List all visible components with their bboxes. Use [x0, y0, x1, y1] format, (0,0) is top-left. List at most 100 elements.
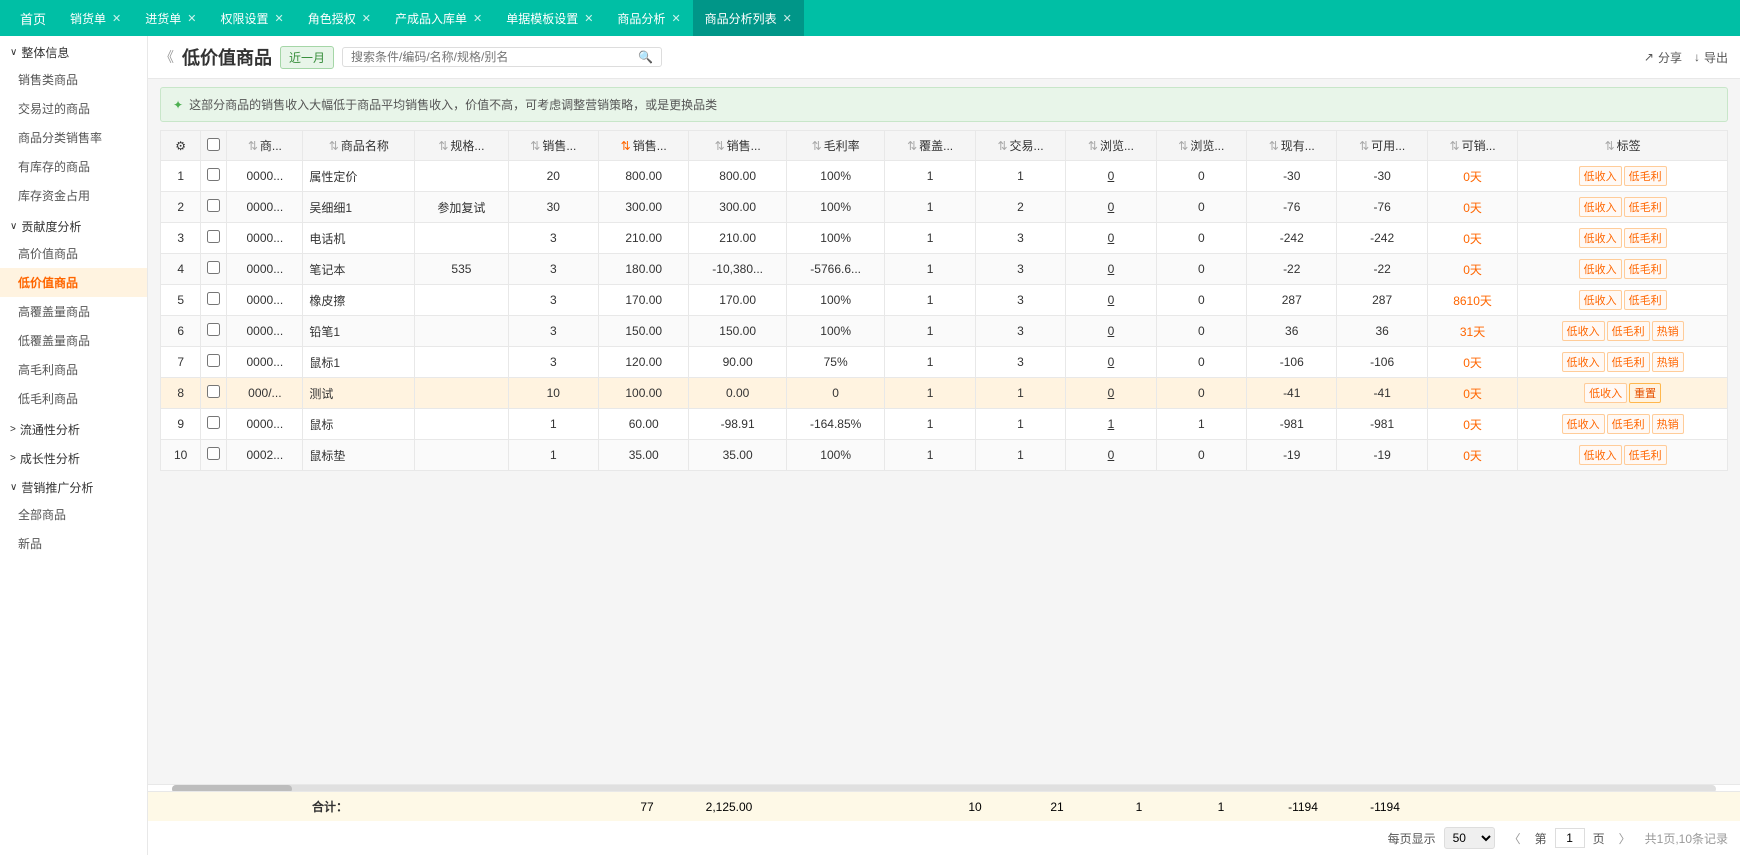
- close-icon[interactable]: ✕: [275, 12, 284, 25]
- col-trade-header[interactable]: ⇅ 交易...: [975, 131, 1065, 161]
- col-stock2-header[interactable]: ⇅ 可用...: [1337, 131, 1427, 161]
- select-all-checkbox[interactable]: [207, 138, 220, 151]
- view1-link[interactable]: 0: [1108, 262, 1115, 276]
- col-s2-header[interactable]: ⇅ 销售...: [599, 131, 689, 161]
- row-view1[interactable]: 0: [1066, 347, 1156, 378]
- nav-sales-order[interactable]: 销货单✕: [58, 0, 133, 36]
- close-icon[interactable]: ✕: [187, 12, 196, 25]
- nav-home[interactable]: 首页: [8, 0, 58, 36]
- close-icon[interactable]: ✕: [783, 12, 792, 25]
- per-page-select[interactable]: 50 100 200: [1444, 827, 1495, 849]
- row-checkbox[interactable]: [207, 261, 220, 274]
- row-checkbox-cell[interactable]: [201, 347, 227, 378]
- row-checkbox[interactable]: [207, 416, 220, 429]
- close-icon[interactable]: ✕: [362, 12, 371, 25]
- row-checkbox[interactable]: [207, 323, 220, 336]
- collapse-button[interactable]: 《: [160, 47, 174, 67]
- row-checkbox[interactable]: [207, 168, 220, 181]
- col-s1-header[interactable]: ⇅ 销售...: [508, 131, 598, 161]
- sidebar-item-low-value[interactable]: 低价值商品: [0, 268, 147, 297]
- sidebar-group-contribution[interactable]: ∨ 贡献度分析: [0, 210, 147, 239]
- nav-role-auth[interactable]: 角色授权✕: [296, 0, 383, 36]
- row-view1[interactable]: 0: [1066, 440, 1156, 471]
- row-checkbox-cell[interactable]: [201, 440, 227, 471]
- filter-recent-month-button[interactable]: 近一月: [280, 46, 334, 69]
- row-view1[interactable]: 0: [1066, 254, 1156, 285]
- close-icon[interactable]: ✕: [473, 12, 482, 25]
- sidebar-item-stock-capital[interactable]: 库存资金占用: [0, 181, 147, 210]
- row-checkbox[interactable]: [207, 199, 220, 212]
- nav-permissions[interactable]: 权限设置✕: [208, 0, 295, 36]
- view1-link[interactable]: 0: [1108, 231, 1115, 245]
- export-button[interactable]: ↓ 导出: [1694, 49, 1728, 66]
- row-checkbox-cell[interactable]: [201, 254, 227, 285]
- row-checkbox-cell[interactable]: [201, 409, 227, 440]
- sidebar-item-high-coverage[interactable]: 高覆盖量商品: [0, 297, 147, 326]
- row-view1[interactable]: 0: [1066, 223, 1156, 254]
- row-view1[interactable]: 0: [1066, 316, 1156, 347]
- sidebar-item-high-value[interactable]: 高价值商品: [0, 239, 147, 268]
- sidebar-item-low-margin[interactable]: 低毛利商品: [0, 384, 147, 413]
- sidebar-item-low-coverage[interactable]: 低覆盖量商品: [0, 326, 147, 355]
- row-checkbox[interactable]: [207, 385, 220, 398]
- row-view1[interactable]: 0: [1066, 192, 1156, 223]
- col-name-header[interactable]: ⇅ 商品名称: [303, 131, 415, 161]
- sidebar-item-category-sales-rate[interactable]: 商品分类销售率: [0, 123, 147, 152]
- table-row[interactable]: 2 0000... 吴细细1 参加复试 30 300.00 300.00 100…: [161, 192, 1728, 223]
- sidebar-group-marketing[interactable]: ∨ 营销推广分析: [0, 471, 147, 500]
- sidebar-item-stock-products[interactable]: 有库存的商品: [0, 152, 147, 181]
- row-checkbox-cell[interactable]: [201, 192, 227, 223]
- table-row[interactable]: 9 0000... 鼠标 1 60.00 -98.91 -164.85% 1 1…: [161, 409, 1728, 440]
- col-tags-header[interactable]: ⇅ 标签: [1518, 131, 1728, 161]
- table-row[interactable]: 1 0000... 属性定价 20 800.00 800.00 100% 1 1…: [161, 161, 1728, 192]
- view1-link[interactable]: 0: [1108, 324, 1115, 338]
- row-checkbox-cell[interactable]: [201, 223, 227, 254]
- view1-link[interactable]: 0: [1108, 448, 1115, 462]
- table-wrapper[interactable]: ⚙ ⇅ 商... ⇅ 商品名称: [148, 130, 1740, 784]
- row-view1[interactable]: 1: [1066, 409, 1156, 440]
- nav-product-stock[interactable]: 产成品入库单✕: [383, 0, 494, 36]
- view1-link[interactable]: 0: [1108, 386, 1115, 400]
- sidebar-group-overall[interactable]: ∨ 整体信息: [0, 36, 147, 65]
- row-checkbox[interactable]: [207, 447, 220, 460]
- col-view1-header[interactable]: ⇅ 浏览...: [1066, 131, 1156, 161]
- row-checkbox[interactable]: [207, 230, 220, 243]
- table-row[interactable]: 8 000/... 测试 10 100.00 0.00 0 1 1 0 0 -4…: [161, 378, 1728, 409]
- row-view1[interactable]: 0: [1066, 161, 1156, 192]
- view1-link[interactable]: 1: [1108, 417, 1115, 431]
- row-checkbox-cell[interactable]: [201, 161, 227, 192]
- row-checkbox[interactable]: [207, 354, 220, 367]
- col-spec-header[interactable]: ⇅ 规格...: [415, 131, 508, 161]
- view1-link[interactable]: 0: [1108, 200, 1115, 214]
- col-stock1-header[interactable]: ⇅ 现有...: [1247, 131, 1337, 161]
- table-row[interactable]: 3 0000... 电话机 3 210.00 210.00 100% 1 3 0…: [161, 223, 1728, 254]
- row-checkbox[interactable]: [207, 292, 220, 305]
- sidebar-item-sales-products[interactable]: 销售类商品: [0, 65, 147, 94]
- close-icon[interactable]: ✕: [112, 12, 121, 25]
- close-icon[interactable]: ✕: [671, 12, 680, 25]
- view1-link[interactable]: 0: [1108, 169, 1115, 183]
- row-view1[interactable]: 0: [1066, 285, 1156, 316]
- table-row[interactable]: 4 0000... 笔记本 535 3 180.00 -10,380... -5…: [161, 254, 1728, 285]
- table-row[interactable]: 5 0000... 橡皮擦 3 170.00 170.00 100% 1 3 0…: [161, 285, 1728, 316]
- col-cover-header[interactable]: ⇅ 覆盖...: [885, 131, 975, 161]
- sidebar-item-new-products[interactable]: 新品: [0, 529, 147, 558]
- close-icon[interactable]: ✕: [584, 12, 593, 25]
- view1-link[interactable]: 0: [1108, 355, 1115, 369]
- col-checkbox-all[interactable]: [201, 131, 227, 161]
- view1-link[interactable]: 0: [1108, 293, 1115, 307]
- page-number-input[interactable]: [1555, 828, 1585, 848]
- col-days-header[interactable]: ⇅ 可销...: [1427, 131, 1517, 161]
- row-checkbox-cell[interactable]: [201, 316, 227, 347]
- sidebar-item-traded-products[interactable]: 交易过的商品: [0, 94, 147, 123]
- sidebar-item-high-margin[interactable]: 高毛利商品: [0, 355, 147, 384]
- nav-purchase-order[interactable]: 进货单✕: [133, 0, 208, 36]
- table-row[interactable]: 6 0000... 铅笔1 3 150.00 150.00 100% 1 3 0…: [161, 316, 1728, 347]
- search-input[interactable]: [351, 50, 634, 64]
- col-s3-header[interactable]: ⇅ 销售...: [689, 131, 786, 161]
- col-settings[interactable]: ⚙: [161, 131, 201, 161]
- table-row[interactable]: 7 0000... 鼠标1 3 120.00 90.00 75% 1 3 0 0…: [161, 347, 1728, 378]
- nav-template-settings[interactable]: 单据模板设置✕: [494, 0, 605, 36]
- col-view2-header[interactable]: ⇅ 浏览...: [1156, 131, 1246, 161]
- row-checkbox-cell[interactable]: [201, 378, 227, 409]
